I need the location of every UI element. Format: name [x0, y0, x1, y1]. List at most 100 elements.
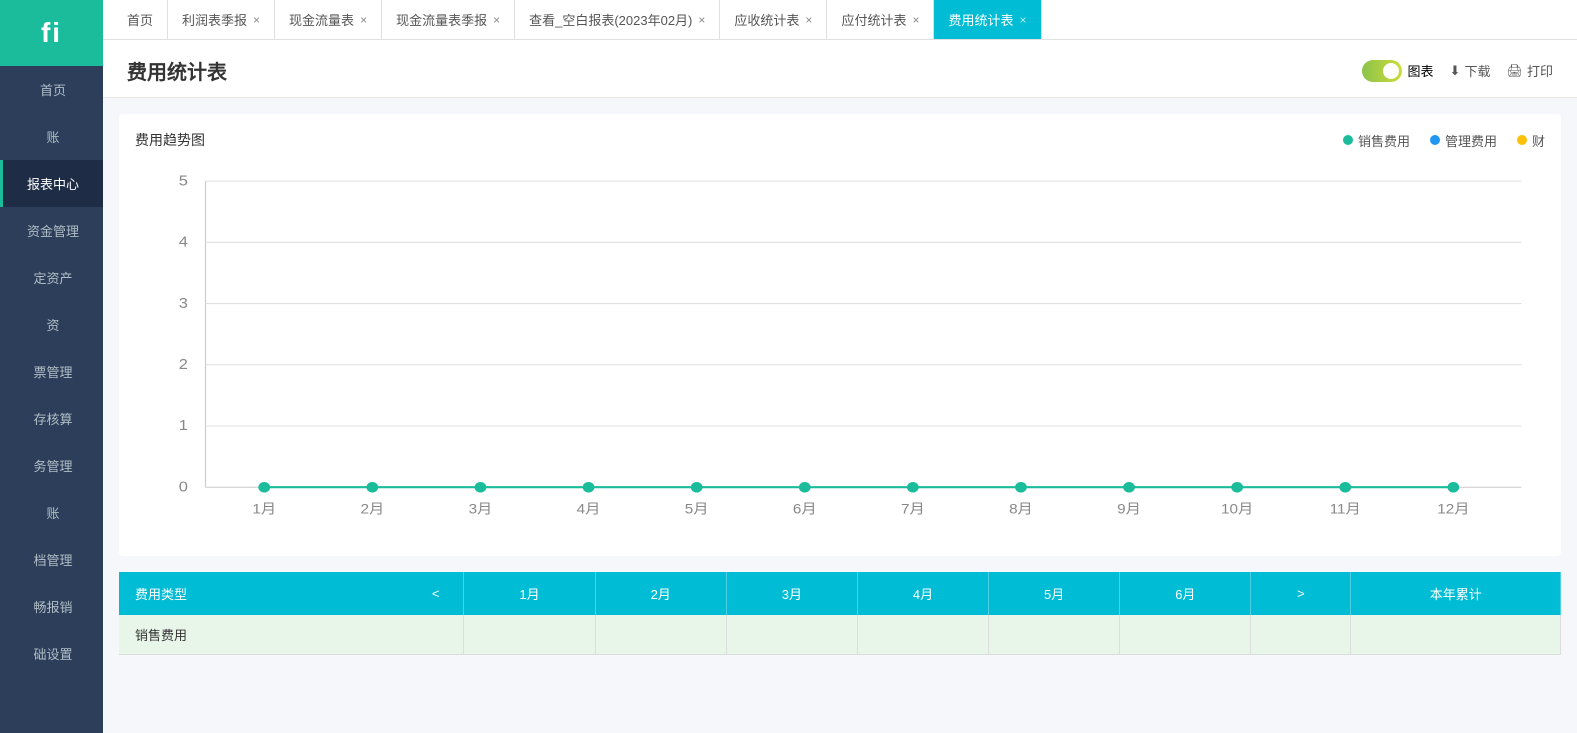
col-month-1: 1月 [464, 572, 595, 615]
data-table-section: 费用类型 < 1月 2月 3月 4月 5月 6月 > 本年累计 [119, 572, 1561, 655]
tab-close-cashflow-quarter[interactable]: × [493, 13, 500, 27]
tab-close-cashflow[interactable]: × [360, 13, 367, 27]
legend-label-1: 管理费用 [1445, 131, 1497, 150]
chart-toggle[interactable] [1362, 60, 1402, 82]
sidebar-item-basic-settings[interactable]: 础设置 [0, 630, 103, 677]
col-month-4: 4月 [857, 572, 988, 615]
data-table: 费用类型 < 1月 2月 3月 4月 5月 6月 > 本年累计 [119, 572, 1561, 655]
row-val-nav [1251, 615, 1351, 655]
download-icon: ⬇ [1450, 63, 1461, 79]
col-month-5: 5月 [989, 572, 1120, 615]
sidebar-item-fixed-assets[interactable]: 定资产 [0, 254, 103, 301]
main-content: 首页利润表季报×现金流量表×现金流量表季报×查看_空白报表(2023年02月)×… [103, 0, 1577, 733]
sidebar-item-invest[interactable]: 资 [0, 301, 103, 348]
page-header: 费用统计表 图表 ⬇ 下载 🖨 打印 [103, 40, 1577, 98]
chart-toggle-label: 图表 [1408, 61, 1434, 80]
svg-text:5月: 5月 [685, 502, 709, 517]
svg-text:3: 3 [179, 295, 188, 311]
tab-cashflow-quarter[interactable]: 现金流量表季报× [382, 0, 515, 40]
chart-svg: 5 4 3 2 1 0 1月 2月 3月 [135, 160, 1545, 540]
print-label: 打印 [1527, 61, 1553, 80]
legend-label-2: 财 [1532, 131, 1545, 150]
row-val-4 [857, 615, 988, 655]
svg-text:1: 1 [179, 418, 188, 434]
tab-close-blank-report[interactable]: × [698, 13, 705, 27]
svg-text:0: 0 [179, 479, 188, 495]
row-type: 销售费用 [119, 615, 464, 655]
row-summary [1351, 615, 1561, 655]
row-val-6 [1120, 615, 1251, 655]
col-type: 费用类型 < [119, 572, 464, 615]
sidebar-item-report-center[interactable]: 报表中心 [0, 160, 103, 207]
chart-title: 费用趋势图 [135, 130, 205, 150]
page-body: 费用统计表 图表 ⬇ 下载 🖨 打印 [103, 40, 1577, 733]
svg-text:9月: 9月 [1117, 502, 1141, 517]
download-label: 下载 [1464, 61, 1490, 80]
sidebar-item-invoice-mgmt[interactable]: 票管理 [0, 348, 103, 395]
legend-label-0: 销售费用 [1358, 131, 1410, 150]
sidebar-item-service-mgmt[interactable]: 务管理 [0, 442, 103, 489]
svg-text:10月: 10月 [1221, 502, 1253, 517]
page-actions: 图表 ⬇ 下载 🖨 打印 [1362, 60, 1553, 82]
svg-text:7月: 7月 [901, 502, 925, 517]
svg-text:5: 5 [179, 173, 188, 189]
svg-text:4月: 4月 [577, 502, 601, 517]
tab-receivable[interactable]: 应收统计表× [720, 0, 827, 40]
col-month-2: 2月 [595, 572, 726, 615]
sidebar-item-ledger[interactable]: 账 [0, 489, 103, 536]
table-row: 销售费用 [119, 615, 1561, 655]
legend-item-2: 财 [1517, 131, 1545, 150]
download-button[interactable]: ⬇ 下载 [1450, 61, 1491, 80]
tab-close-receivable[interactable]: × [805, 13, 812, 27]
sidebar-item-fund-mgmt[interactable]: 资金管理 [0, 207, 103, 254]
tab-blank-report[interactable]: 查看_空白报表(2023年02月)× [515, 0, 720, 40]
legend-dot-2 [1517, 135, 1527, 145]
sidebar-item-account[interactable]: 账 [0, 113, 103, 160]
tab-payable[interactable]: 应付统计表× [827, 0, 934, 40]
svg-text:11月: 11月 [1330, 502, 1361, 517]
col-nav-next[interactable]: > [1251, 572, 1351, 615]
svg-text:1月: 1月 [252, 502, 276, 517]
sidebar: fi 首页账报表中心资金管理定资产资票管理存核算务管理账档管理畅报销础设置 [0, 0, 103, 733]
sidebar-item-inventory[interactable]: 存核算 [0, 395, 103, 442]
svg-text:2月: 2月 [360, 502, 384, 517]
print-icon: 🖨 [1506, 63, 1523, 79]
svg-text:12月: 12月 [1437, 502, 1469, 517]
svg-text:6月: 6月 [793, 502, 817, 517]
legend-dot-1 [1430, 135, 1440, 145]
tab-close-payable[interactable]: × [912, 13, 919, 27]
page-title: 费用统计表 [127, 56, 227, 85]
row-val-3 [726, 615, 857, 655]
svg-text:3月: 3月 [469, 502, 493, 517]
legend-item-0: 销售费用 [1343, 131, 1410, 150]
tab-expense[interactable]: 费用统计表× [934, 0, 1041, 40]
sidebar-item-archive-mgmt[interactable]: 档管理 [0, 536, 103, 583]
svg-text:4: 4 [179, 234, 188, 250]
chart-wrapper: 5 4 3 2 1 0 1月 2月 3月 [135, 160, 1545, 540]
chart-section: 费用趋势图 销售费用 管理费用 财 5 4 3 [119, 114, 1561, 556]
row-val-1 [464, 615, 595, 655]
tab-home[interactable]: 首页 [113, 0, 168, 40]
sidebar-item-writeoff[interactable]: 畅报销 [0, 583, 103, 630]
col-month-6: 6月 [1120, 572, 1251, 615]
col-nav-prev[interactable]: < [424, 586, 448, 601]
tab-close-expense[interactable]: × [1019, 13, 1026, 27]
sidebar-item-home[interactable]: 首页 [0, 66, 103, 113]
svg-text:2: 2 [179, 357, 188, 373]
chart-legend: 销售费用 管理费用 财 [1343, 131, 1545, 150]
tab-profit-quarter[interactable]: 利润表季报× [168, 0, 275, 40]
tab-cashflow[interactable]: 现金流量表× [275, 0, 382, 40]
sidebar-items: 首页账报表中心资金管理定资产资票管理存核算务管理账档管理畅报销础设置 [0, 66, 103, 733]
row-val-5 [989, 615, 1120, 655]
app-logo: fi [0, 0, 103, 66]
legend-item-1: 管理费用 [1430, 131, 1497, 150]
legend-dot-0 [1343, 135, 1353, 145]
row-val-2 [595, 615, 726, 655]
col-summary: 本年累计 [1351, 572, 1561, 615]
tab-close-profit-quarter[interactable]: × [253, 13, 260, 27]
tab-bar: 首页利润表季报×现金流量表×现金流量表季报×查看_空白报表(2023年02月)×… [103, 0, 1577, 40]
print-button[interactable]: 🖨 打印 [1506, 61, 1553, 80]
chart-toggle-container: 图表 [1362, 60, 1434, 82]
col-type-label: 费用类型 [135, 584, 187, 603]
col-month-3: 3月 [726, 572, 857, 615]
